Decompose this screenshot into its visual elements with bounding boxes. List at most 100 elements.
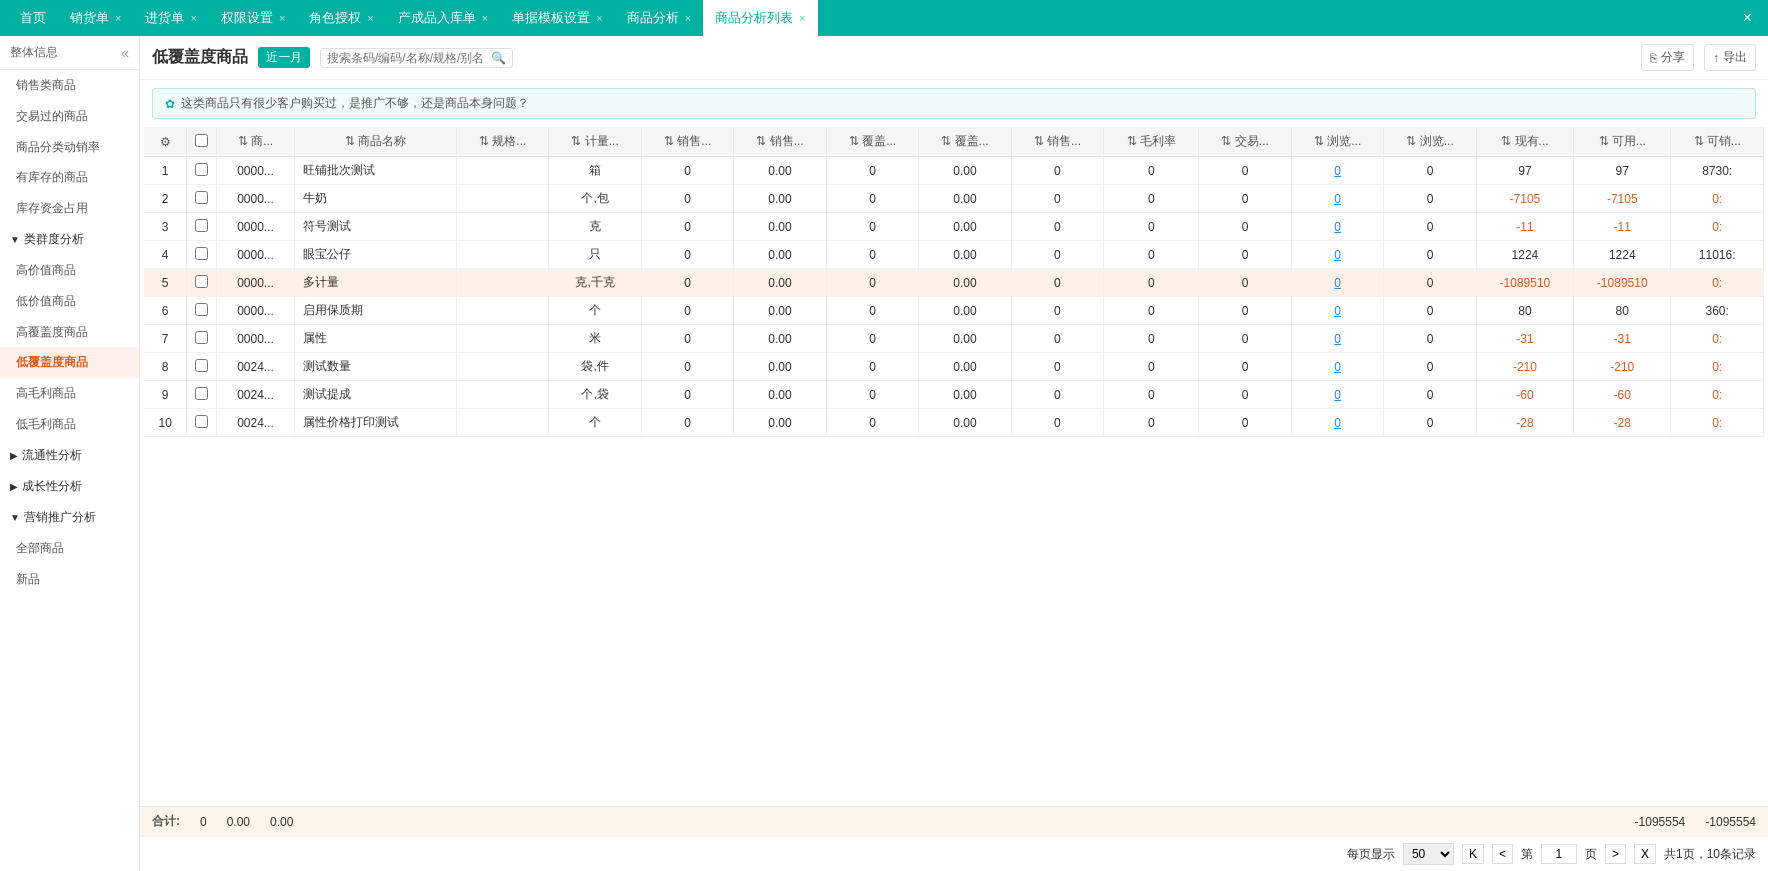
row-browse1[interactable]: 0 xyxy=(1291,241,1383,269)
sidebar-item-new-products[interactable]: 新品 xyxy=(0,564,139,595)
col-checkbox[interactable] xyxy=(187,127,217,157)
row-trade: 0 xyxy=(1199,297,1291,325)
select-all-checkbox[interactable] xyxy=(195,134,208,147)
col-name[interactable]: ⇅ 商品名称 xyxy=(294,127,456,157)
row-cover1: 0 xyxy=(826,409,918,437)
col-cover2[interactable]: ⇅ 覆盖... xyxy=(919,127,1011,157)
row-browse1[interactable]: 0 xyxy=(1291,269,1383,297)
col-trade[interactable]: ⇅ 交易... xyxy=(1199,127,1291,157)
col-margin[interactable]: ⇅ 毛利率 xyxy=(1104,127,1199,157)
table-row: 3 0000... 符号测试 克 0 0.00 0 0.00 0 0 0 0 0… xyxy=(144,213,1764,241)
row-checkbox[interactable] xyxy=(187,381,217,409)
row-current: -210 xyxy=(1476,353,1573,381)
close-icon[interactable]: × xyxy=(115,12,121,24)
sidebar-item-traded-products[interactable]: 交易过的商品 xyxy=(0,101,139,132)
nav-analysis-list[interactable]: 商品分析列表 × xyxy=(703,0,817,36)
first-page-button[interactable]: K xyxy=(1462,844,1484,864)
row-checkbox[interactable] xyxy=(187,297,217,325)
row-cover1: 0 xyxy=(826,269,918,297)
nav-sales[interactable]: 销货单 × xyxy=(58,0,133,36)
col-unit[interactable]: ⇅ 计量... xyxy=(549,127,641,157)
col-settings[interactable]: ⚙ xyxy=(144,127,187,157)
content-header: 低覆盖度商品 近一月 🔍 ⎘ 分享 ↑ 导出 xyxy=(140,36,1768,80)
row-browse1[interactable]: 0 xyxy=(1291,409,1383,437)
sidebar-section-liquidity[interactable]: ▶ 流通性分析 xyxy=(0,440,139,471)
sidebar-item-all-products[interactable]: 全部商品 xyxy=(0,533,139,564)
row-margin: 0 xyxy=(1104,409,1199,437)
nav-template[interactable]: 单据模板设置 × xyxy=(500,0,614,36)
col-sales1[interactable]: ⇅ 销售... xyxy=(641,127,733,157)
row-checkbox[interactable] xyxy=(187,409,217,437)
row-checkbox[interactable] xyxy=(187,353,217,381)
prev-page-button[interactable]: < xyxy=(1492,844,1513,864)
time-filter-button[interactable]: 近一月 xyxy=(258,47,310,68)
row-browse1[interactable]: 0 xyxy=(1291,213,1383,241)
close-icon[interactable]: × xyxy=(799,12,805,24)
next-page-button[interactable]: > xyxy=(1605,844,1626,864)
nav-roles[interactable]: 角色授权 × xyxy=(297,0,385,36)
row-available: 80 xyxy=(1574,297,1671,325)
nav-analysis[interactable]: 商品分析 × xyxy=(615,0,703,36)
row-checkbox[interactable] xyxy=(187,185,217,213)
row-browse1[interactable]: 0 xyxy=(1291,157,1383,185)
row-unit: 个 xyxy=(549,297,641,325)
col-cover1[interactable]: ⇅ 覆盖... xyxy=(826,127,918,157)
row-checkbox[interactable] xyxy=(187,241,217,269)
sidebar-item-sales-products[interactable]: 销售类商品 xyxy=(0,70,139,101)
nav-purchase[interactable]: 进货单 × xyxy=(133,0,208,36)
sidebar-item-stocked-products[interactable]: 有库存的商品 xyxy=(0,162,139,193)
row-cover1: 0 xyxy=(826,185,918,213)
sidebar-item-inventory-capital[interactable]: 库存资金占用 xyxy=(0,193,139,224)
close-icon[interactable]: × xyxy=(482,12,488,24)
row-checkbox[interactable] xyxy=(187,325,217,353)
close-icon[interactable]: × xyxy=(685,12,691,24)
row-browse1[interactable]: 0 xyxy=(1291,297,1383,325)
col-saleable[interactable]: ⇅ 可销... xyxy=(1671,127,1764,157)
sidebar-item-low-value[interactable]: 低价值商品 xyxy=(0,286,139,317)
close-icon[interactable]: × xyxy=(190,12,196,24)
row-browse1[interactable]: 0 xyxy=(1291,325,1383,353)
col-sales3[interactable]: ⇅ 销售... xyxy=(1011,127,1103,157)
last-page-button[interactable]: X xyxy=(1634,844,1656,864)
window-close-button[interactable]: × xyxy=(1735,9,1760,27)
row-browse1[interactable]: 0 xyxy=(1291,185,1383,213)
col-available[interactable]: ⇅ 可用... xyxy=(1574,127,1671,157)
nav-production[interactable]: 产成品入库单 × xyxy=(386,0,500,36)
share-button[interactable]: ⎘ 分享 xyxy=(1641,44,1694,71)
col-current[interactable]: ⇅ 现有... xyxy=(1476,127,1573,157)
sidebar-item-high-margin[interactable]: 高毛利商品 xyxy=(0,378,139,409)
table-row: 7 0000... 属性 米 0 0.00 0 0.00 0 0 0 0 0 -… xyxy=(144,325,1764,353)
row-checkbox[interactable] xyxy=(187,213,217,241)
per-page-select[interactable]: 50 10 20 100 xyxy=(1403,843,1454,865)
col-code[interactable]: ⇅ 商... xyxy=(217,127,294,157)
sidebar-item-category-rate[interactable]: 商品分类动销率 xyxy=(0,132,139,163)
col-browse2[interactable]: ⇅ 浏览... xyxy=(1384,127,1476,157)
search-input[interactable] xyxy=(327,51,487,65)
nav-permissions[interactable]: 权限设置 × xyxy=(209,0,297,36)
row-checkbox[interactable] xyxy=(187,157,217,185)
row-browse2: 0 xyxy=(1384,269,1476,297)
sidebar-section-growth[interactable]: ▶ 成长性分析 xyxy=(0,471,139,502)
close-icon[interactable]: × xyxy=(596,12,602,24)
close-icon[interactable]: × xyxy=(367,12,373,24)
row-checkbox[interactable] xyxy=(187,269,217,297)
sidebar-collapse-button[interactable]: « xyxy=(121,45,129,61)
col-sales2[interactable]: ⇅ 销售... xyxy=(734,127,826,157)
page-number-input[interactable] xyxy=(1541,844,1577,864)
row-trade: 0 xyxy=(1199,381,1291,409)
footer-sales1-total: 0 xyxy=(200,815,207,829)
sidebar-item-low-coverage[interactable]: 低覆盖度商品 xyxy=(0,347,139,378)
row-browse1[interactable]: 0 xyxy=(1291,353,1383,381)
data-table-wrapper[interactable]: ⚙ ⇅ 商... ⇅ 商品名称 ⇅ 规格... ⇅ 计量... ⇅ 销售... … xyxy=(144,127,1764,806)
export-button[interactable]: ↑ 导出 xyxy=(1704,44,1756,71)
col-spec[interactable]: ⇅ 规格... xyxy=(456,127,548,157)
row-browse1[interactable]: 0 xyxy=(1291,381,1383,409)
col-browse1[interactable]: ⇅ 浏览... xyxy=(1291,127,1383,157)
sidebar-section-group-analysis[interactable]: ▼ 类群度分析 xyxy=(0,224,139,255)
sidebar-item-high-value[interactable]: 高价值商品 xyxy=(0,255,139,286)
sidebar-section-marketing[interactable]: ▼ 营销推广分析 xyxy=(0,502,139,533)
nav-home[interactable]: 首页 xyxy=(8,0,58,36)
close-icon[interactable]: × xyxy=(279,12,285,24)
sidebar-item-high-coverage[interactable]: 高覆盖度商品 xyxy=(0,317,139,348)
sidebar-item-low-margin[interactable]: 低毛利商品 xyxy=(0,409,139,440)
